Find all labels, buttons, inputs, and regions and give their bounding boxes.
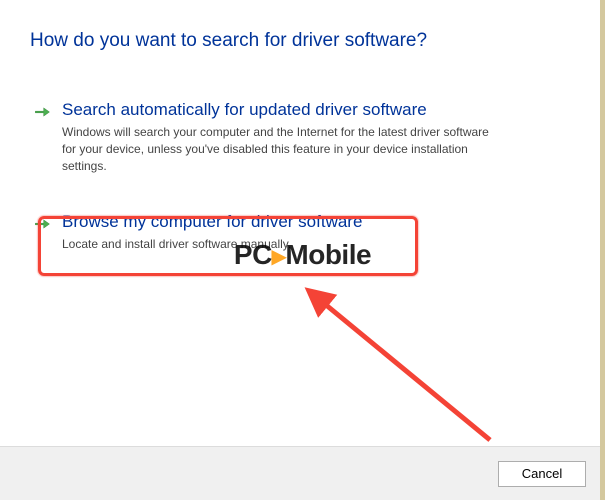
wizard-content: How do you want to search for driver sof… [0, 0, 605, 253]
window-border-right [600, 0, 605, 500]
option-description: Locate and install driver software manua… [62, 236, 502, 253]
option-browse-computer[interactable]: Browse my computer for driver software L… [30, 212, 575, 253]
arrow-right-icon [32, 102, 52, 122]
option-title: Search automatically for updated driver … [62, 100, 575, 120]
annotation-arrow-icon [290, 280, 510, 460]
button-bar: Cancel [0, 446, 600, 500]
option-title: Browse my computer for driver software [62, 212, 575, 232]
arrow-right-icon [32, 214, 52, 234]
cancel-button[interactable]: Cancel [498, 461, 586, 487]
option-description: Windows will search your computer and th… [62, 124, 502, 174]
option-search-automatically[interactable]: Search automatically for updated driver … [30, 100, 575, 174]
page-title: How do you want to search for driver sof… [30, 30, 575, 52]
